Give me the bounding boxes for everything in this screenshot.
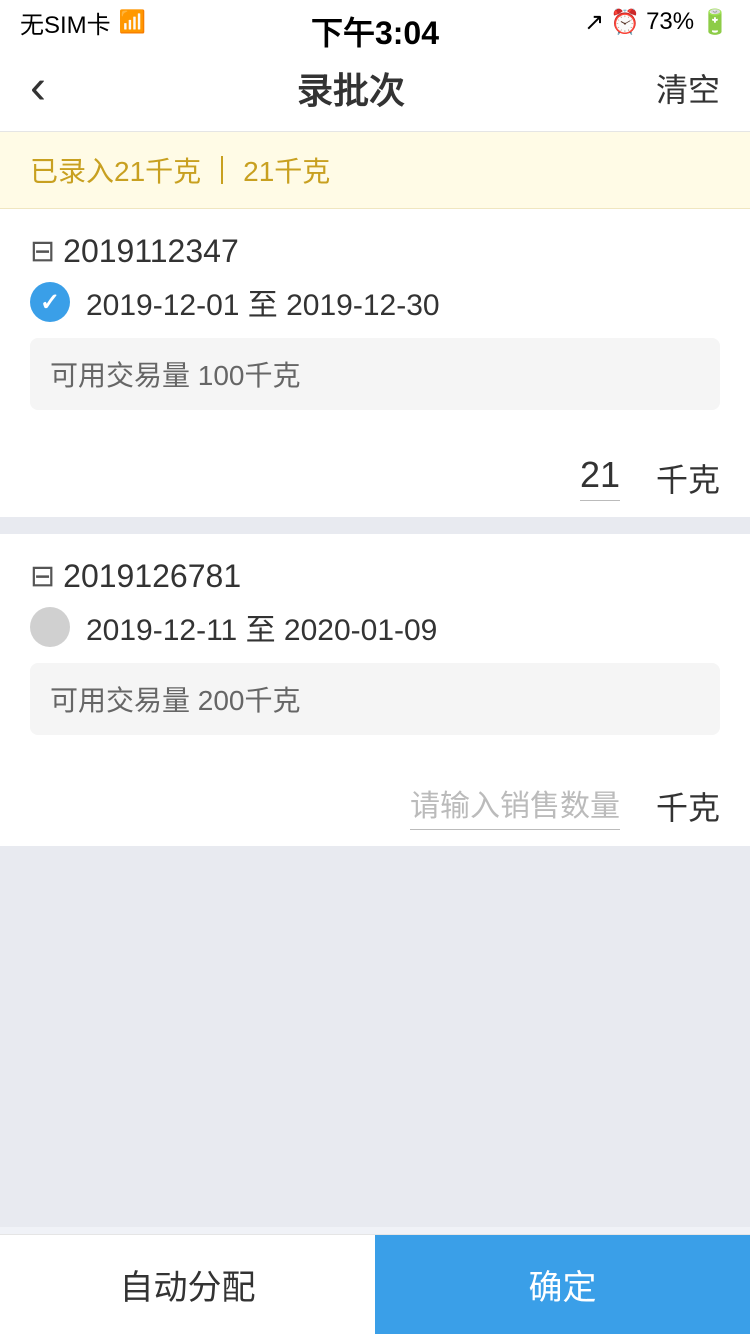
summary-amount: 21千克 <box>243 150 330 190</box>
recorded-label: 已录入21千克 <box>30 150 201 190</box>
batch-availability-1: 可用交易量 100千克 <box>30 338 720 410</box>
batch-checkbox-1[interactable]: ✓ <box>30 282 70 322</box>
batch-availability-2: 可用交易量 200千克 <box>30 663 720 735</box>
document-icon-1: ⊟ <box>30 234 55 269</box>
batch-id-2: 2019126781 <box>63 558 241 595</box>
quantity-row-1: 21 千克 <box>0 444 750 518</box>
batch-card-2: ⊟ 2019126781 2019-12-11 至 2020-01-09 可用交… <box>0 534 750 847</box>
empty-area <box>0 847 750 1227</box>
check-icon-1: ✓ <box>40 288 60 317</box>
bottom-bar: 自动分配 确定 <box>0 1234 750 1334</box>
no-sim-label: 无SIM卡 <box>20 5 111 40</box>
page-title: 录批次 <box>297 62 405 114</box>
quantity-unit-2: 千克 <box>656 783 720 829</box>
batch-date-row-2: 2019-12-11 至 2020-01-09 <box>30 605 720 649</box>
nav-bar: ‹ 录批次 清空 <box>0 44 750 132</box>
status-time: 下午3:04 <box>311 8 439 54</box>
section-divider <box>0 518 750 534</box>
quantity-value-1[interactable]: 21 <box>580 454 620 501</box>
batch-date-row-1: ✓ 2019-12-01 至 2019-12-30 <box>30 280 720 324</box>
batch-date-2: 2019-12-11 至 2020-01-09 <box>86 605 437 649</box>
batch-header-1: ⊟ 2019112347 <box>30 233 720 270</box>
batch-header-2: ⊟ 2019126781 <box>30 558 720 595</box>
clear-button[interactable]: 清空 <box>656 65 720 111</box>
summary-bar: 已录入21千克 21千克 <box>0 132 750 209</box>
back-button[interactable]: ‹ <box>30 60 46 115</box>
quantity-unit-1: 千克 <box>656 455 720 501</box>
wifi-icon: 📶 <box>119 9 146 35</box>
confirm-button[interactable]: 确定 <box>375 1235 750 1334</box>
batch-item-2: ⊟ 2019126781 2019-12-11 至 2020-01-09 可用交… <box>0 534 750 769</box>
quantity-input-placeholder-2[interactable]: 请输入销售数量 <box>410 781 620 830</box>
summary-divider <box>221 156 223 184</box>
location-icon: ↗ <box>584 8 604 37</box>
batch-checkbox-2[interactable] <box>30 607 70 647</box>
batch-id-1: 2019112347 <box>63 233 239 270</box>
batch-date-1: 2019-12-01 至 2019-12-30 <box>86 280 440 324</box>
battery-label: 73% <box>646 8 694 36</box>
status-left: 无SIM卡 📶 <box>20 5 146 40</box>
batch-card-1: ⊟ 2019112347 ✓ 2019-12-01 至 2019-12-30 可… <box>0 209 750 518</box>
auto-distribute-button[interactable]: 自动分配 <box>0 1235 375 1334</box>
battery-icon: 🔋 <box>700 8 730 37</box>
status-right: ↗ ⏰ 73% 🔋 <box>584 8 730 37</box>
input-quantity-row-2: 请输入销售数量 千克 <box>0 769 750 847</box>
document-icon-2: ⊟ <box>30 559 55 594</box>
batch-item-1: ⊟ 2019112347 ✓ 2019-12-01 至 2019-12-30 可… <box>0 209 750 444</box>
status-bar: 无SIM卡 📶 下午3:04 ↗ ⏰ 73% 🔋 <box>0 0 750 44</box>
alarm-icon: ⏰ <box>610 8 640 37</box>
